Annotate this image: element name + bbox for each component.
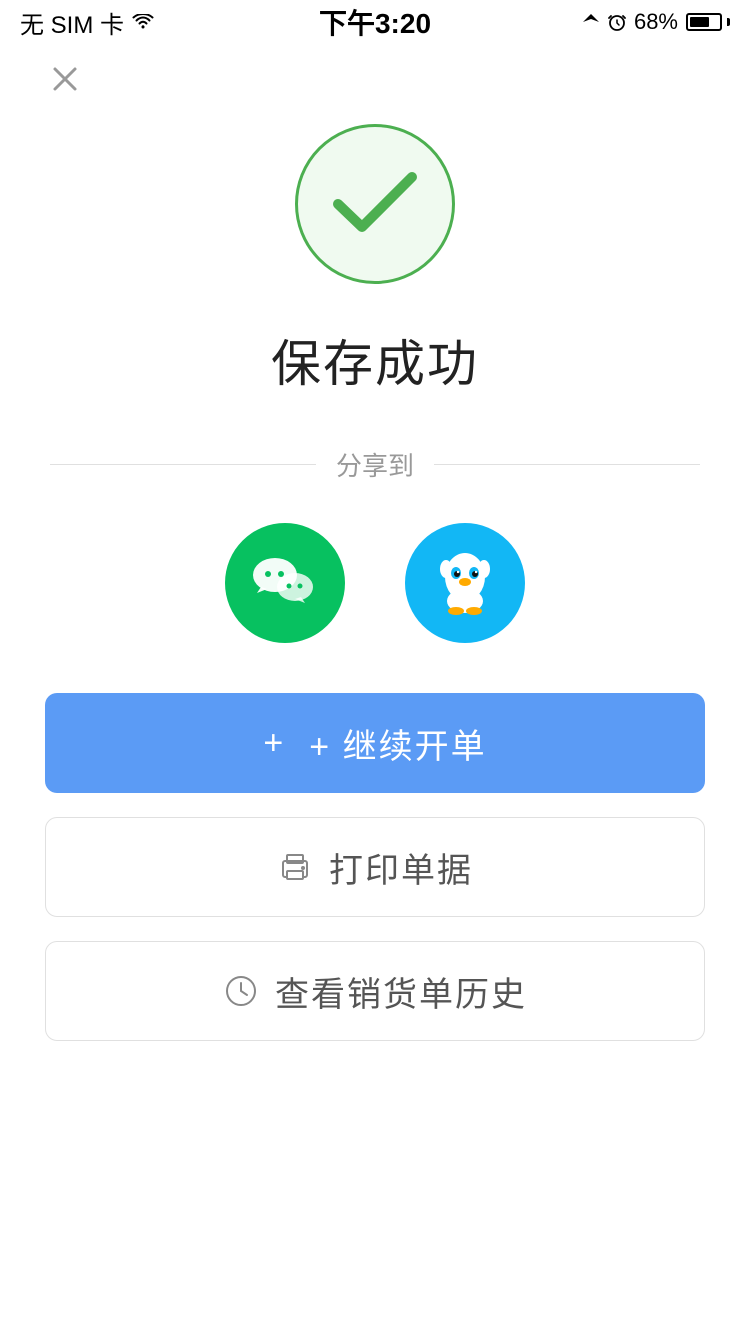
battery-icon	[686, 13, 730, 31]
divider-right	[434, 464, 700, 465]
status-left: 无 SIM 卡	[20, 5, 154, 40]
battery-percent: 68%	[634, 9, 678, 35]
wechat-share-button[interactable]	[225, 523, 345, 643]
history-label: 查看销货单历史	[275, 967, 527, 1016]
history-button[interactable]: 查看销货单历史	[45, 941, 705, 1041]
print-label: 打印单据	[329, 843, 473, 892]
divider-left	[50, 464, 316, 465]
share-label: 分享到	[336, 446, 414, 483]
history-icon	[223, 973, 259, 1009]
alarm-icon	[608, 13, 626, 31]
success-title: 保存成功	[271, 324, 479, 396]
status-right: 68%	[582, 9, 730, 35]
print-icon	[277, 849, 313, 885]
wifi-icon	[132, 14, 154, 30]
qq-share-button[interactable]	[405, 523, 525, 643]
share-icons-row	[225, 523, 525, 643]
success-icon-circle	[295, 124, 455, 284]
close-button[interactable]	[40, 54, 90, 104]
checkmark-icon	[330, 169, 420, 239]
no-sim-label: 无 SIM 卡	[20, 5, 124, 40]
location-icon	[582, 13, 600, 31]
continue-button[interactable]: + + 继续开单	[45, 693, 705, 793]
wechat-icon	[249, 553, 321, 613]
main-content: 保存成功 分享到	[0, 44, 750, 1041]
qq-icon	[429, 547, 501, 619]
continue-label: + 继续开单	[309, 719, 486, 768]
status-time: 下午3:20	[319, 2, 431, 42]
print-button[interactable]: 打印单据	[45, 817, 705, 917]
status-bar: 无 SIM 卡 下午3:20 68%	[0, 0, 750, 44]
share-divider: 分享到	[0, 446, 750, 483]
share-section: 分享到	[0, 446, 750, 643]
action-buttons: + + 继续开单 打印单据 查看销货单历史	[45, 693, 705, 1041]
continue-icon: +	[263, 724, 285, 763]
